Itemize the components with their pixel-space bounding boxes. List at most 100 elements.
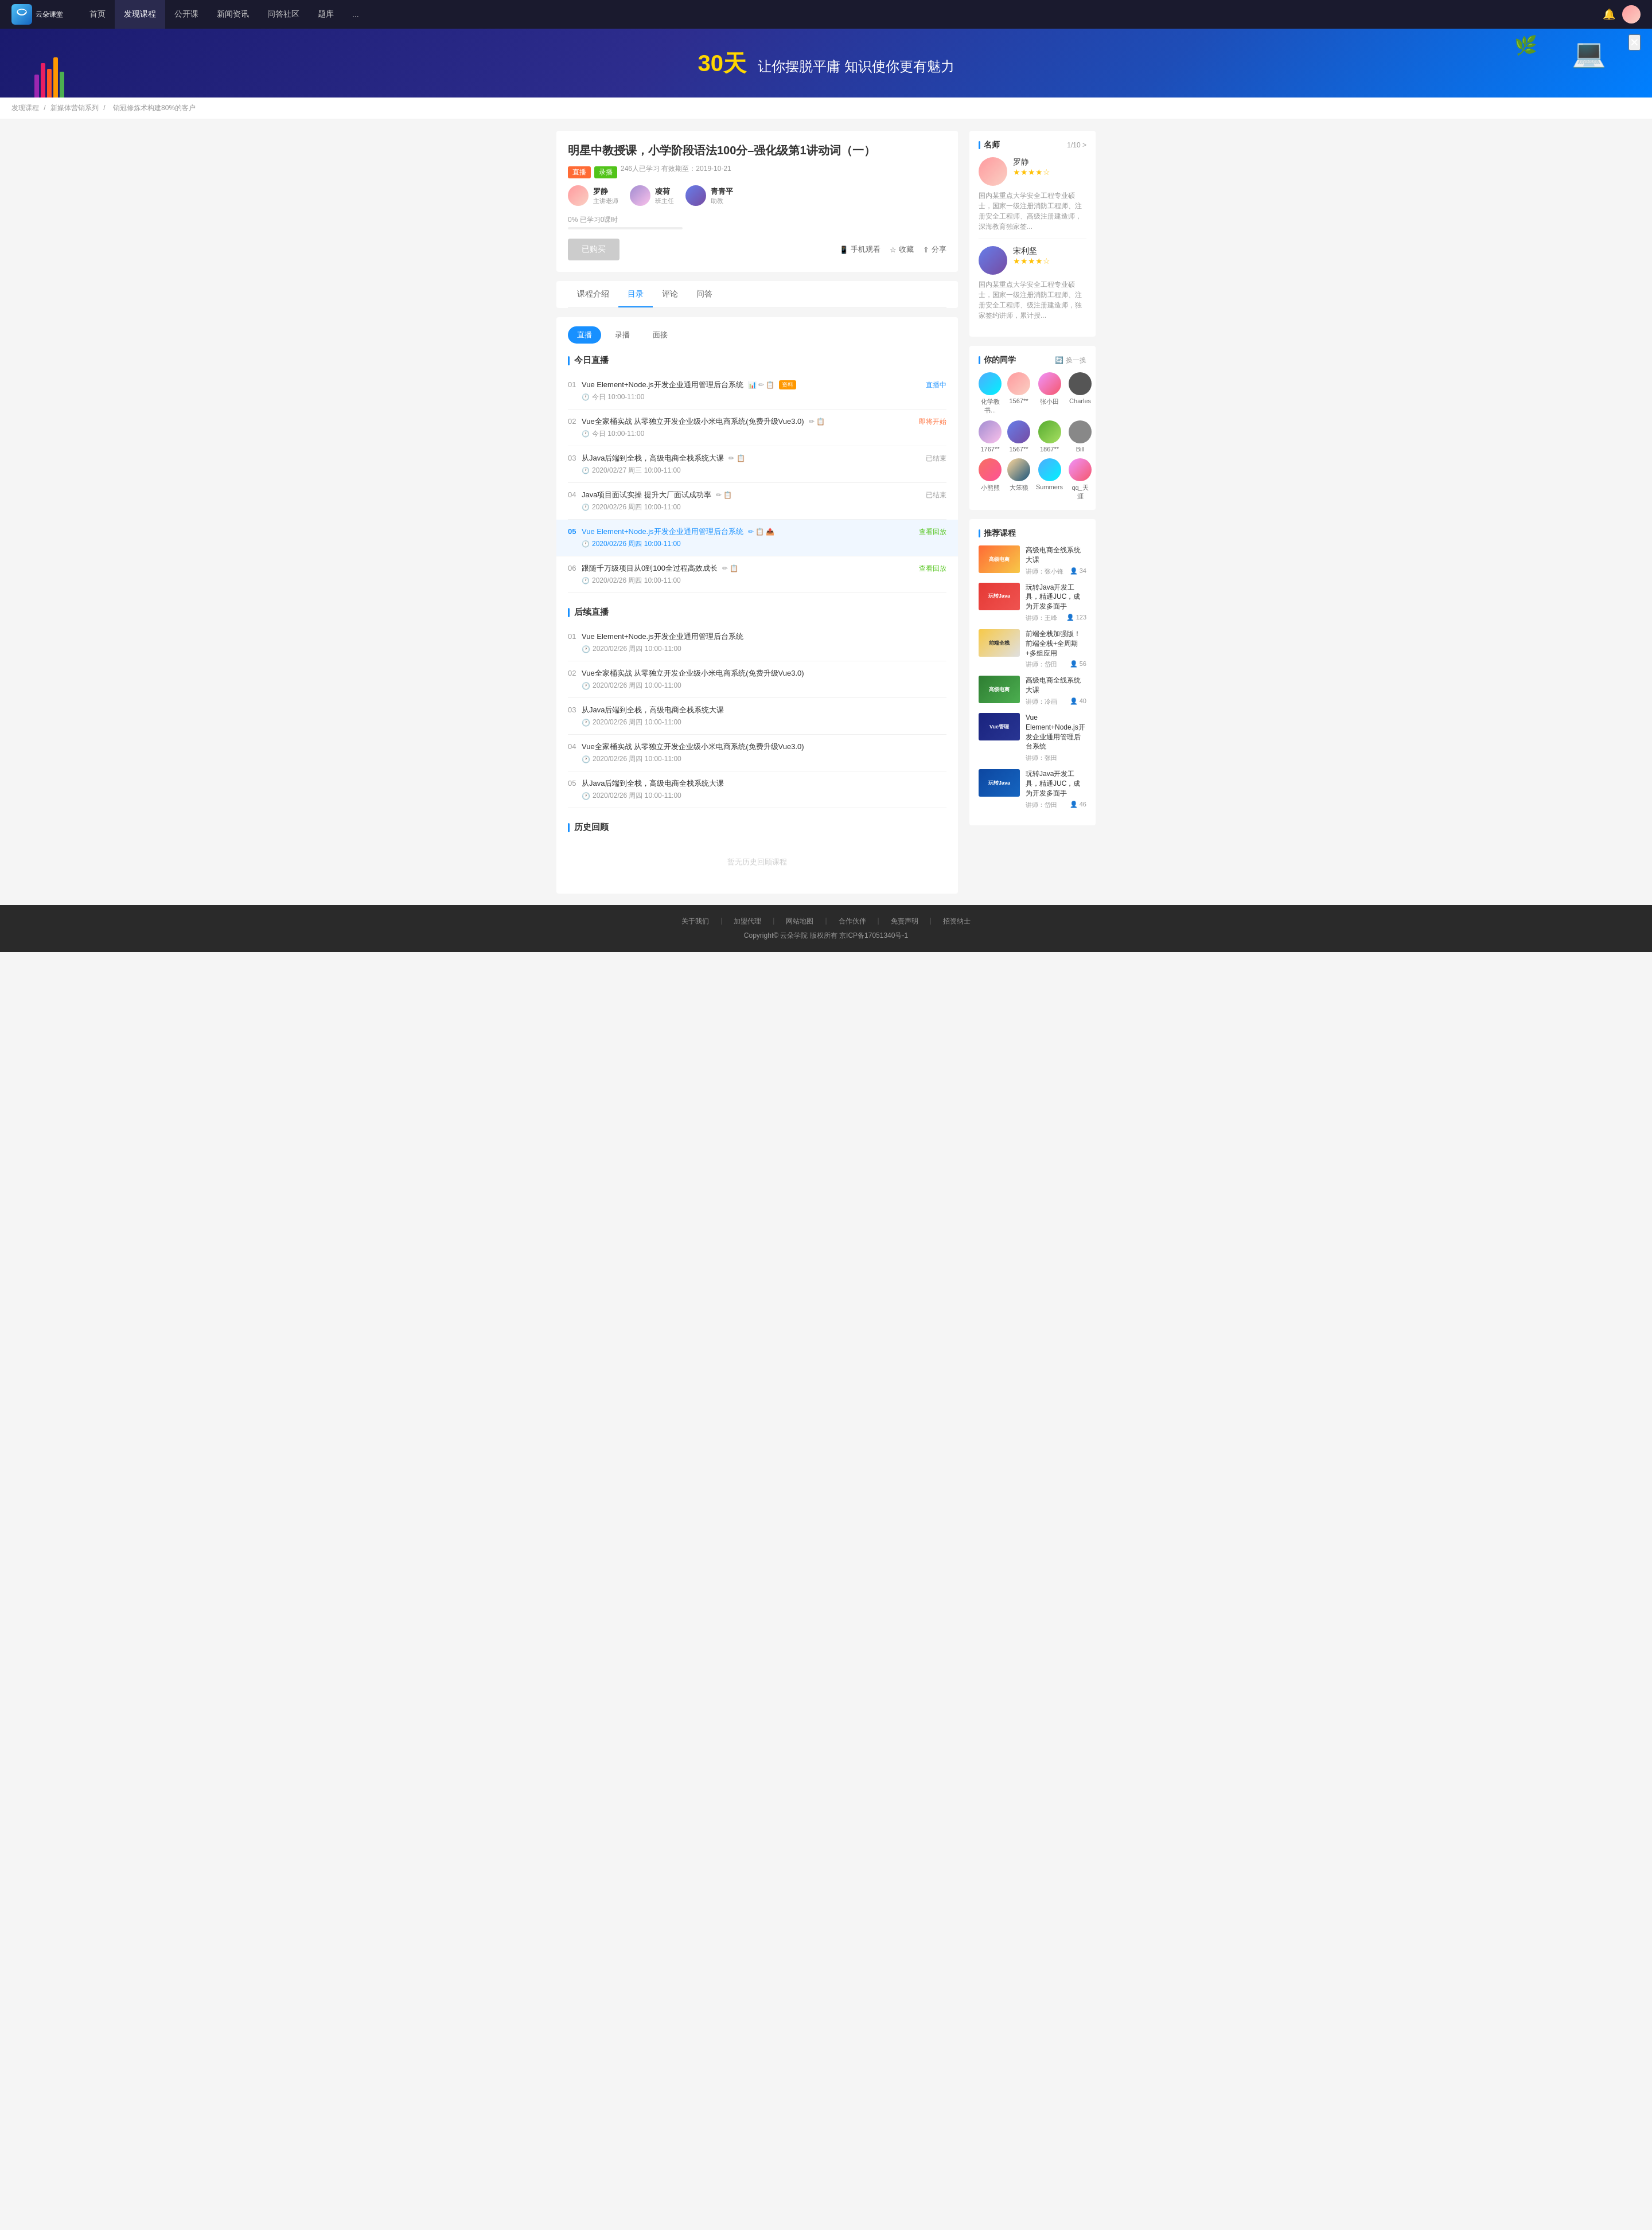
lesson-item: 03 从Java后端到全栈，高级电商全栈系统大课 🕐 2020/02/26 周四… xyxy=(568,698,946,735)
classmate-name: 小熊熊 xyxy=(981,484,1000,492)
footer-disclaimer[interactable]: 免责声明 xyxy=(891,917,918,926)
tab-comments[interactable]: 评论 xyxy=(653,281,687,307)
nav-more[interactable]: ... xyxy=(343,0,368,29)
nav-news[interactable]: 新闻资讯 xyxy=(208,0,258,29)
section-bar xyxy=(568,823,570,832)
classmate-item: 小熊熊 xyxy=(979,458,1002,501)
rec-thumb: 玩转Java xyxy=(979,583,1020,610)
lesson-status[interactable]: 直播中 xyxy=(917,380,946,390)
lesson-status[interactable]: 即将开始 xyxy=(910,416,946,427)
future-live-section-title: 后续直播 xyxy=(568,607,946,618)
teacher-linghe-avatar xyxy=(630,185,650,206)
rec-item[interactable]: 高级电商 高级电商全线系统大课 讲师：张小锋 👤 34 xyxy=(979,545,1086,576)
classmate-name: 1767** xyxy=(980,446,999,453)
lesson-item: 04 Java项目面试实操 提升大厂面试成功率 ✏ 📋 🕐 2020/02/26… xyxy=(568,483,946,520)
logo-icon xyxy=(11,4,32,25)
teacher-card-avatar xyxy=(979,246,1007,275)
rec-item[interactable]: 玩转Java 玩转Java开发工具，精通JUC，成为开发多面手 讲师：王峰 👤 … xyxy=(979,583,1086,622)
rec-item[interactable]: 前端全栈 前端全栈加强版！前端全栈+全周期+多组应用 讲师：岱田 👤 56 xyxy=(979,629,1086,669)
teacher-stars: ★★★★☆ xyxy=(1013,256,1050,266)
classmates-section-title: 你的同学 🔄 换一换 xyxy=(979,355,1086,365)
rec-thumb: 前端全栈 xyxy=(979,629,1020,657)
future-live-list: 01 Vue Element+Node.js开发企业通用管理后台系统 🕐 202… xyxy=(568,625,946,808)
action-buttons: 📱 手机观看 ☆ 收藏 ⇧ 分享 xyxy=(839,244,946,255)
teachers-label: 名师 xyxy=(979,140,1000,150)
course-header: 明星中教授课，小学阶段语法100分–强化级第1讲动词（一） 直播 录播 246人… xyxy=(556,131,958,272)
nav-questions[interactable]: 题库 xyxy=(309,0,343,29)
nav-discover[interactable]: 发现课程 xyxy=(115,0,165,29)
nav-qa[interactable]: 问答社区 xyxy=(258,0,309,29)
subtab-live[interactable]: 直播 xyxy=(568,326,601,344)
subtab-record[interactable]: 录播 xyxy=(606,326,639,344)
lesson-item: 04 Vue全家桶实战 从零独立开发企业级小米电商系统(免费升级Vue3.0) … xyxy=(568,735,946,771)
lesson-name: 从Java后端到全栈，高级电商全栈系统大课 ✏ 📋 xyxy=(582,453,917,463)
teachers-nav[interactable]: 1/10 > xyxy=(1067,141,1086,149)
classmate-avatar xyxy=(979,420,1002,443)
history-empty: 暂无历史回顾课程 xyxy=(568,840,946,884)
user-avatar[interactable] xyxy=(1622,5,1641,24)
recommended-card: 推荐课程 高级电商 高级电商全线系统大课 讲师：张小锋 👤 34 xyxy=(969,519,1096,825)
rec-students: 👤 34 xyxy=(1070,567,1086,576)
classmates-card: 你的同学 🔄 换一换 化学教书... 1567** xyxy=(969,346,1096,510)
lesson-time: 🕐 2020/02/26 周四 10:00-11:00 xyxy=(582,539,910,549)
rec-item[interactable]: 高级电商 高级电商全线系统大课 讲师：冷画 👤 40 xyxy=(979,676,1086,706)
breadcrumb-series[interactable]: 新媒体营销系列 xyxy=(50,104,99,112)
teacher-card-songlj: 宋利坚 ★★★★☆ 国内某重点大学安全工程专业硕士，国家一级注册消防工程师、注册… xyxy=(979,246,1086,321)
share-button[interactable]: ⇧ 分享 xyxy=(923,244,946,255)
footer-recruit[interactable]: 招资纳士 xyxy=(943,917,971,926)
today-live-section-title: 今日直播 xyxy=(568,355,946,366)
classmate-item: qq_天涯 xyxy=(1069,458,1092,501)
teacher-qingqingping: 青青平 助教 xyxy=(685,185,733,206)
classmate-item: Bill xyxy=(1069,420,1092,453)
nav-open[interactable]: 公开课 xyxy=(165,0,208,29)
footer-sitemap[interactable]: 网站地图 xyxy=(786,917,813,926)
classmate-avatar xyxy=(979,458,1002,481)
teacher-linghe-name: 凌荷 xyxy=(655,186,674,197)
rec-thumb: 玩转Java xyxy=(979,769,1020,797)
classmates-refresh[interactable]: 🔄 换一换 xyxy=(1055,356,1086,365)
nav-logo[interactable]: 云朵课堂 xyxy=(11,4,63,25)
teacher-linghe: 凌荷 班主任 xyxy=(630,185,674,206)
lesson-status[interactable]: 查看回放 xyxy=(910,527,946,537)
lesson-time: 🕐 2020/02/26 周四 10:00-11:00 xyxy=(582,754,946,764)
notification-bell[interactable]: 🔔 xyxy=(1603,8,1615,21)
collect-button[interactable]: ☆ 收藏 xyxy=(890,244,914,255)
course-meta: 246人已学习 有效期至：2019-10-21 xyxy=(621,164,731,174)
breadcrumb-discover[interactable]: 发现课程 xyxy=(11,104,39,112)
mobile-view-button[interactable]: 📱 手机观看 xyxy=(839,244,880,255)
lesson-info: 从Java后端到全栈，高级电商全栈系统大课 ✏ 📋 🕐 2020/02/27 周… xyxy=(582,453,917,475)
lesson-num: 03 xyxy=(568,705,582,714)
footer-franchise[interactable]: 加盟代理 xyxy=(734,917,761,926)
purchased-button[interactable]: 已购买 xyxy=(568,239,620,260)
lesson-name: Vue Element+Node.js开发企业通用管理后台系统 xyxy=(582,631,946,642)
lesson-name: Vue Element+Node.js开发企业通用管理后台系统 ✏ 📋 📤 xyxy=(582,527,910,537)
logo-text: 云朵课堂 xyxy=(36,10,63,20)
lesson-name: Vue Element+Node.js开发企业通用管理后台系统 📊 ✏ 📋 资料 xyxy=(582,380,917,390)
lesson-num: 01 xyxy=(568,380,582,389)
subtab-face[interactable]: 面接 xyxy=(644,326,677,344)
rec-item[interactable]: 玩转Java 玩转Java开发工具，精通JUC，成为开发多面手 讲师：岱田 👤 … xyxy=(979,769,1086,809)
rec-item[interactable]: Vue管理 Vue Element+Node.js开发企业通用管理后台系统 讲师… xyxy=(979,713,1086,762)
sub-tabs: 直播 录播 面接 xyxy=(568,326,946,344)
tab-catalog[interactable]: 目录 xyxy=(618,281,653,307)
nav-home[interactable]: 首页 xyxy=(80,0,115,29)
footer-partner[interactable]: 合作伙伴 xyxy=(839,917,866,926)
lesson-name: 从Java后端到全栈，高级电商全栈系统大课 xyxy=(582,705,946,715)
rec-students: 👤 56 xyxy=(1070,660,1086,669)
rec-title: 前端全栈加强版！前端全栈+全周期+多组应用 xyxy=(1026,629,1086,658)
banner-close-button[interactable]: ✕ xyxy=(1628,34,1641,50)
breadcrumb: 发现课程 / 新媒体营销系列 / 销冠修炼术构建80%的客户 xyxy=(0,98,1652,119)
tab-intro[interactable]: 课程介绍 xyxy=(568,281,618,307)
footer-about[interactable]: 关于我们 xyxy=(681,917,709,926)
classmate-avatar xyxy=(1069,420,1092,443)
classmate-avatar xyxy=(1069,372,1092,395)
lesson-time: 🕐 2020/02/26 周四 10:00-11:00 xyxy=(582,791,946,801)
tab-qa[interactable]: 问答 xyxy=(687,281,722,307)
rec-lecturer: 讲师：冷画 xyxy=(1026,697,1057,706)
classmate-item: 化学教书... xyxy=(979,372,1002,415)
rec-title: 高级电商全线系统大课 xyxy=(1026,545,1086,565)
lesson-status[interactable]: 查看回放 xyxy=(910,563,946,574)
banner-days: 30天 xyxy=(698,50,746,76)
teacher-stars: ★★★★☆ xyxy=(1013,167,1050,177)
classmate-name: 1567** xyxy=(1009,446,1028,453)
